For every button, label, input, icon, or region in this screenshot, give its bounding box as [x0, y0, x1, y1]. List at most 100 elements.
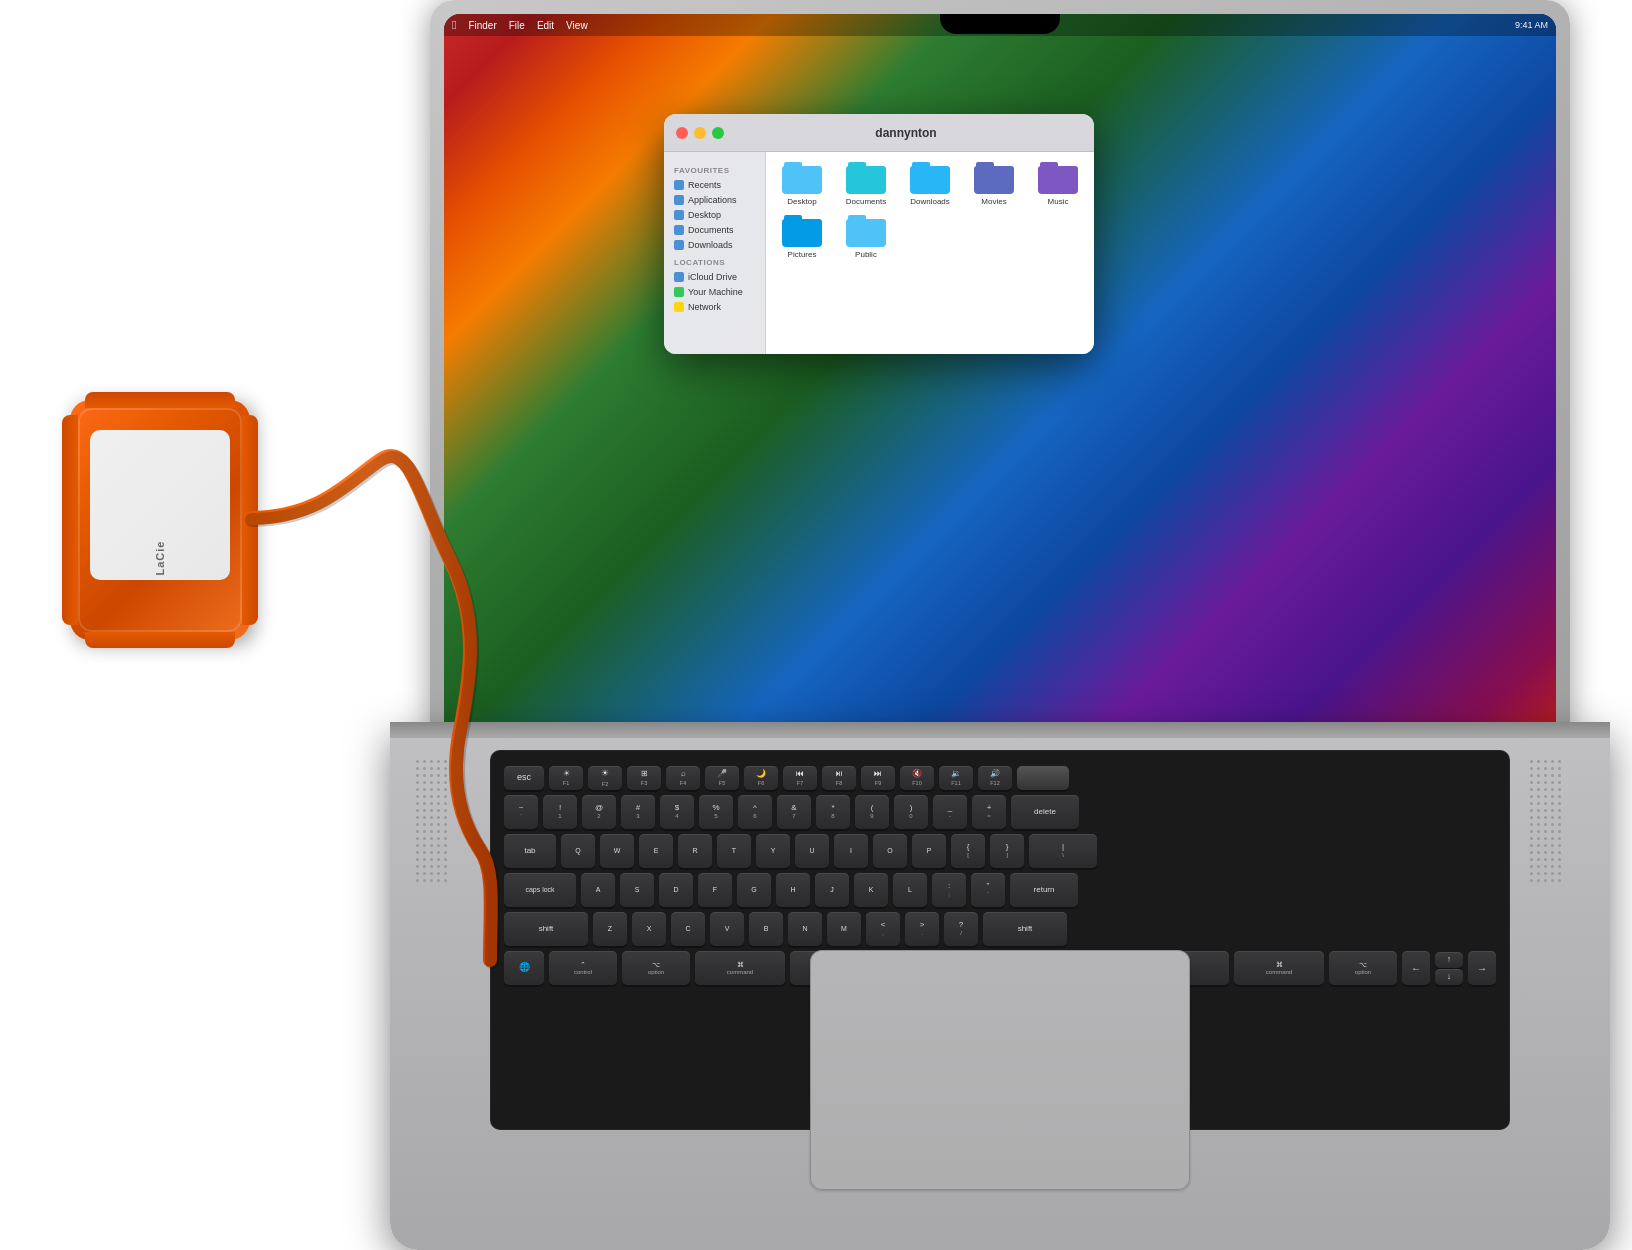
key-esc[interactable]: esc: [504, 766, 544, 790]
key-f7[interactable]: ⏮F7: [783, 766, 817, 790]
key-s[interactable]: S: [620, 873, 654, 907]
key-0[interactable]: )0: [894, 795, 928, 829]
key-6[interactable]: ^6: [738, 795, 772, 829]
key-command-left[interactable]: ⌘ command: [695, 951, 785, 985]
key-c[interactable]: C: [671, 912, 705, 946]
key-f12[interactable]: 🔊F12: [978, 766, 1012, 790]
key-f4[interactable]: ⌕F4: [666, 766, 700, 790]
key-semicolon[interactable]: :;: [932, 873, 966, 907]
folder-movies[interactable]: Movies: [968, 162, 1020, 207]
sidebar-item-documents[interactable]: Documents: [670, 223, 759, 237]
key-control[interactable]: ⌃ control: [549, 951, 617, 985]
key-backslash[interactable]: |\: [1029, 834, 1097, 868]
menubar-edit[interactable]: Edit: [537, 20, 554, 31]
key-i[interactable]: I: [834, 834, 868, 868]
key-arrow-up[interactable]: ↑: [1435, 952, 1463, 968]
folder-desktop[interactable]: Desktop: [776, 162, 828, 207]
close-button[interactable]: [676, 127, 688, 139]
key-caps-lock[interactable]: caps lock: [504, 873, 576, 907]
key-2[interactable]: @2: [582, 795, 616, 829]
folder-pictures[interactable]: Pictures: [776, 215, 828, 260]
key-j[interactable]: J: [815, 873, 849, 907]
key-x[interactable]: X: [632, 912, 666, 946]
key-tab[interactable]: tab: [504, 834, 556, 868]
menubar-finder[interactable]: Finder: [468, 20, 496, 31]
key-r[interactable]: R: [678, 834, 712, 868]
key-f2[interactable]: ☀F2: [588, 766, 622, 790]
maximize-button[interactable]: [712, 127, 724, 139]
sidebar-item-network[interactable]: Network: [670, 300, 759, 314]
sidebar-item-recents[interactable]: Recents: [670, 178, 759, 192]
key-l[interactable]: L: [893, 873, 927, 907]
key-slash[interactable]: ?/: [944, 912, 978, 946]
sidebar-item-downloads[interactable]: Downloads: [670, 238, 759, 252]
key-comma[interactable]: <,: [866, 912, 900, 946]
folder-public[interactable]: Public: [840, 215, 892, 260]
key-q[interactable]: Q: [561, 834, 595, 868]
key-backtick[interactable]: ~`: [504, 795, 538, 829]
key-u[interactable]: U: [795, 834, 829, 868]
key-3[interactable]: #3: [621, 795, 655, 829]
key-k[interactable]: K: [854, 873, 888, 907]
key-f3[interactable]: ⊞F3: [627, 766, 661, 790]
minimize-button[interactable]: [694, 127, 706, 139]
key-shift-right[interactable]: shift: [983, 912, 1067, 946]
key-f1[interactable]: ☀F1: [549, 766, 583, 790]
key-f5[interactable]: 🎤F5: [705, 766, 739, 790]
key-equals[interactable]: +=: [972, 795, 1006, 829]
trackpad[interactable]: [810, 950, 1190, 1190]
key-f8[interactable]: ⏯F8: [822, 766, 856, 790]
key-f6[interactable]: 🌙F6: [744, 766, 778, 790]
key-p[interactable]: P: [912, 834, 946, 868]
key-f9[interactable]: ⏭F9: [861, 766, 895, 790]
folder-downloads[interactable]: Downloads: [904, 162, 956, 207]
key-v[interactable]: V: [710, 912, 744, 946]
key-option-left[interactable]: ⌥ option: [622, 951, 690, 985]
folder-documents[interactable]: Documents: [840, 162, 892, 207]
key-fn[interactable]: 🌐: [504, 951, 544, 985]
key-e[interactable]: E: [639, 834, 673, 868]
key-bracket-close[interactable]: }]: [990, 834, 1024, 868]
key-n[interactable]: N: [788, 912, 822, 946]
key-t[interactable]: T: [717, 834, 751, 868]
key-a[interactable]: A: [581, 873, 615, 907]
touch-id-button[interactable]: [1017, 766, 1069, 790]
key-f10[interactable]: 🔇F10: [900, 766, 934, 790]
key-g[interactable]: G: [737, 873, 771, 907]
key-command-right[interactable]: ⌘ command: [1234, 951, 1324, 985]
key-h[interactable]: H: [776, 873, 810, 907]
key-arrow-left[interactable]: ←: [1402, 951, 1430, 985]
key-8[interactable]: *8: [816, 795, 850, 829]
sidebar-item-desktop[interactable]: Desktop: [670, 208, 759, 222]
key-9[interactable]: (9: [855, 795, 889, 829]
key-o[interactable]: O: [873, 834, 907, 868]
key-f11[interactable]: 🔉F11: [939, 766, 973, 790]
sidebar-item-applications[interactable]: Applications: [670, 193, 759, 207]
key-1[interactable]: !1: [543, 795, 577, 829]
key-m[interactable]: M: [827, 912, 861, 946]
key-bracket-open[interactable]: {[: [951, 834, 985, 868]
key-arrow-right[interactable]: →: [1468, 951, 1496, 985]
key-d[interactable]: D: [659, 873, 693, 907]
key-minus[interactable]: _-: [933, 795, 967, 829]
key-y[interactable]: Y: [756, 834, 790, 868]
key-4[interactable]: $4: [660, 795, 694, 829]
key-w[interactable]: W: [600, 834, 634, 868]
key-f[interactable]: F: [698, 873, 732, 907]
key-period[interactable]: >.: [905, 912, 939, 946]
key-5[interactable]: %5: [699, 795, 733, 829]
key-quote[interactable]: "': [971, 873, 1005, 907]
key-shift-left[interactable]: shift: [504, 912, 588, 946]
key-b[interactable]: B: [749, 912, 783, 946]
key-arrow-down[interactable]: ↓: [1435, 969, 1463, 985]
apple-menu-icon[interactable]: : [452, 18, 456, 32]
key-delete[interactable]: delete: [1011, 795, 1079, 829]
key-z[interactable]: Z: [593, 912, 627, 946]
menubar-file[interactable]: File: [509, 20, 525, 31]
sidebar-item-icloud[interactable]: iCloud Drive: [670, 270, 759, 284]
menubar-view[interactable]: View: [566, 20, 588, 31]
sidebar-item-machine[interactable]: Your Machine: [670, 285, 759, 299]
key-return[interactable]: return: [1010, 873, 1078, 907]
key-7[interactable]: &7: [777, 795, 811, 829]
folder-music[interactable]: Music: [1032, 162, 1084, 207]
